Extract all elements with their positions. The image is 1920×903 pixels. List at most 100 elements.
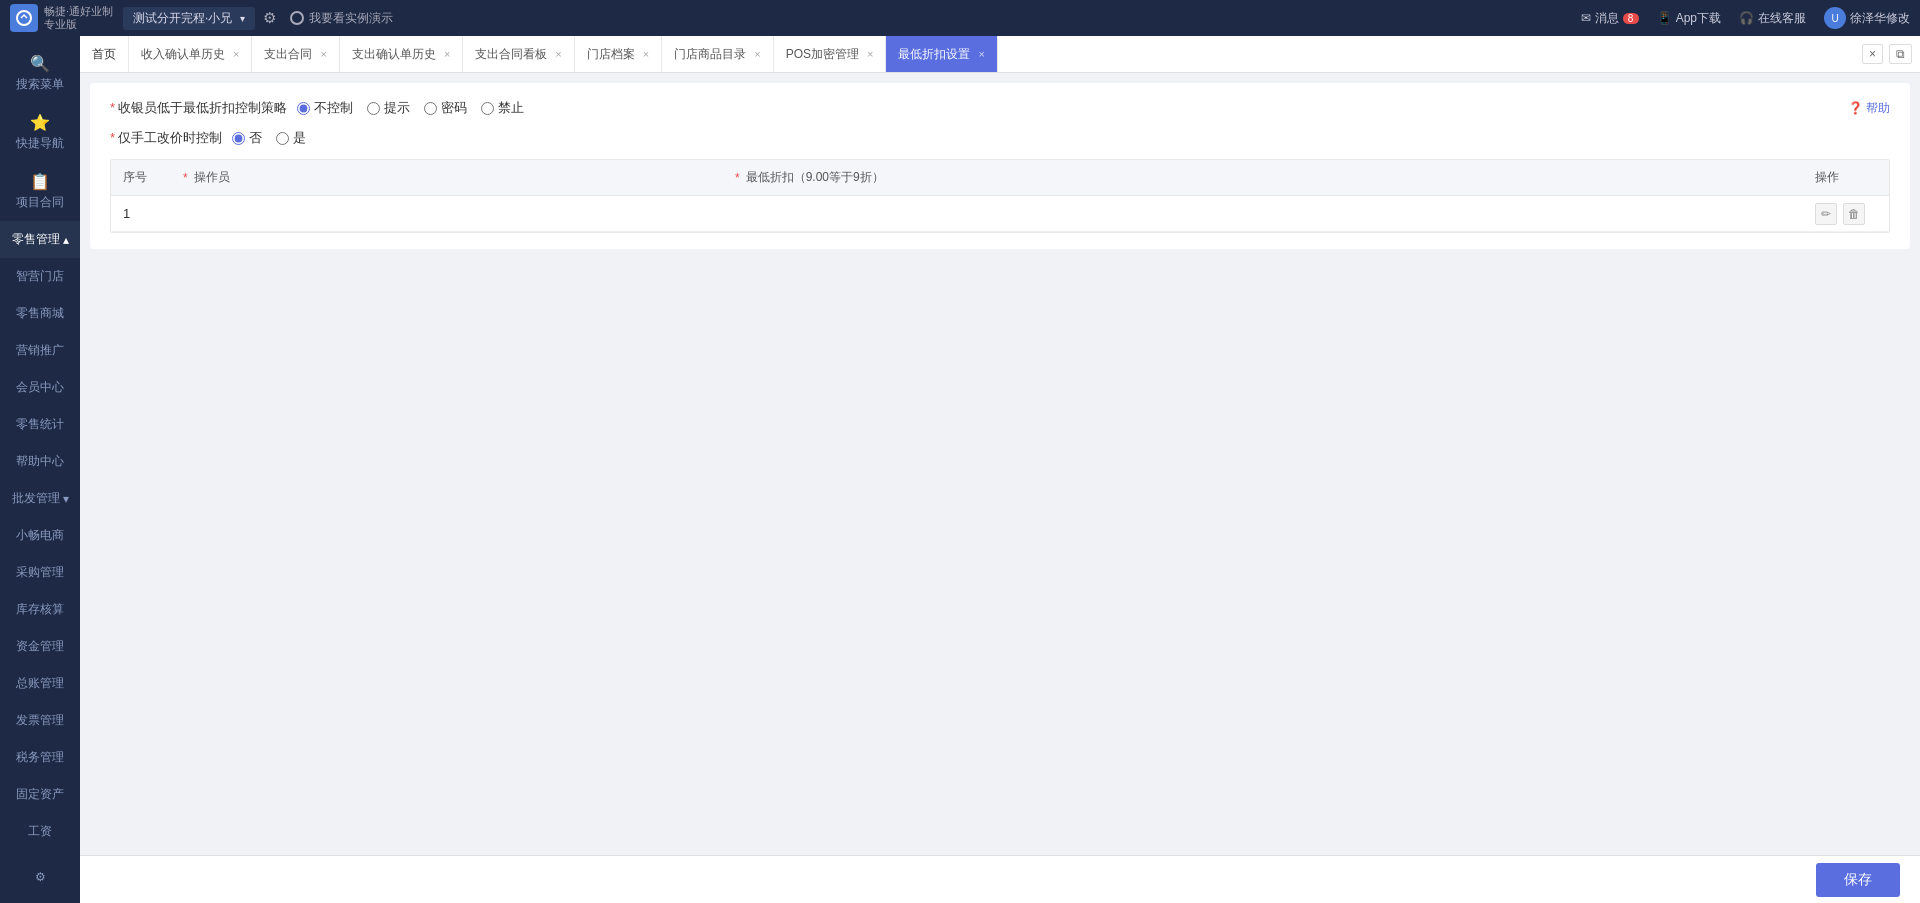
sidebar-item-inventory[interactable]: 库存核算: [0, 591, 80, 628]
online-service-button[interactable]: 🎧 在线客服: [1739, 10, 1806, 27]
tab-payment-contract[interactable]: 支出合同 ×: [252, 36, 339, 72]
sidebar-item-contract[interactable]: 📋 项目合同: [0, 162, 80, 221]
delete-icon[interactable]: 🗑: [1843, 203, 1865, 225]
tab-close-pos-passwd[interactable]: ×: [867, 48, 873, 60]
settings-icon[interactable]: ⚙: [263, 9, 276, 27]
option-remind[interactable]: 提示: [367, 99, 410, 117]
col-seq: 序号: [111, 169, 171, 186]
save-button[interactable]: 保存: [1816, 863, 1900, 897]
manual-option-no[interactable]: 否: [232, 129, 262, 147]
required-star-2: *: [110, 130, 115, 145]
avatar: U: [1824, 7, 1846, 29]
page-content: *收银员低于最低折扣控制策略 不控制 提示 密码: [80, 73, 1920, 855]
top-bar: 畅捷·通好业制 专业版 测试分开完程·小兄 ▾ ⚙ 我要看实例演示 ✉ 消息 8…: [0, 0, 1920, 36]
discount-table: 序号 * 操作员 * 最低折扣（9.00等于9折） 操作: [110, 159, 1890, 233]
sidebar-item-quick-nav[interactable]: ⭐ 快捷导航: [0, 103, 80, 162]
app-download-button[interactable]: 📱 App下载: [1657, 10, 1721, 27]
sidebar-item-marketing[interactable]: 营销推广: [0, 332, 80, 369]
sidebar-item-wholesale[interactable]: 批发管理 ▾: [0, 480, 80, 517]
col-operator: * 操作员: [171, 169, 723, 186]
user-profile[interactable]: U 徐泽华修改: [1824, 7, 1910, 29]
manual-option-yes[interactable]: 是: [276, 129, 306, 147]
edit-icon[interactable]: ✏: [1815, 203, 1837, 225]
sidebar-item-payroll[interactable]: 工资: [0, 813, 80, 850]
col-discount: * 最低折扣（9.00等于9折）: [723, 169, 1803, 186]
sidebar-item-retail-mgmt[interactable]: 零售管理 ▴: [0, 221, 80, 258]
manual-control-label: *仅手工改价时控制: [110, 129, 222, 147]
tab-payment-confirm[interactable]: 支出确认单历史 ×: [340, 36, 463, 72]
main-layout: 🔍 搜索菜单 ⭐ 快捷导航 📋 项目合同 零售管理 ▴ 智营门店 零售商城 营销…: [0, 36, 1920, 903]
tab-bar-wrapper: 首页 收入确认单历史 × 支出合同 × 支出确认单历史 × 支出合同看板 ×: [80, 36, 1920, 73]
table-row: 1 ✏ 🗑: [111, 196, 1889, 232]
tab-restore-button[interactable]: ⧉: [1889, 44, 1912, 64]
manual-control-options: 否 是: [232, 129, 306, 147]
help-icon: ❓: [1848, 101, 1863, 115]
chevron-up-icon: ▴: [63, 233, 69, 247]
tab-payment-board[interactable]: 支出合同看板 ×: [463, 36, 574, 72]
tab-close-min-discount[interactable]: ×: [978, 48, 984, 60]
table-header: 序号 * 操作员 * 最低折扣（9.00等于9折） 操作: [111, 160, 1889, 196]
bottom-bar: 保存: [80, 855, 1920, 903]
svg-point-0: [17, 11, 31, 25]
sidebar: 🔍 搜索菜单 ⭐ 快捷导航 📋 项目合同 零售管理 ▴ 智营门店 零售商城 营销…: [0, 36, 80, 903]
tab-close-store-catalog[interactable]: ×: [754, 48, 760, 60]
tab-close-payment-board[interactable]: ×: [555, 48, 561, 60]
option-password[interactable]: 密码: [424, 99, 467, 117]
message-icon: ✉: [1581, 11, 1591, 25]
logo-icon: [10, 4, 38, 32]
tab-store-archive[interactable]: 门店档案 ×: [575, 36, 662, 72]
tab-store-catalog[interactable]: 门店商品目录 ×: [662, 36, 773, 72]
chevron-down-icon: ▾: [240, 13, 245, 24]
sidebar-item-fixed-assets[interactable]: 固定资产: [0, 776, 80, 813]
tab-bar-actions: × ⧉: [1854, 44, 1920, 64]
sidebar-item-smart-shop[interactable]: 智营门店: [0, 258, 80, 295]
sidebar-bottom: ⚙: [31, 850, 50, 903]
sidebar-item-fund[interactable]: 资金管理: [0, 628, 80, 665]
project-selector[interactable]: 测试分开完程·小兄 ▾: [123, 7, 255, 30]
top-bar-right: ✉ 消息 8 📱 App下载 🎧 在线客服 U 徐泽华修改: [1581, 7, 1910, 29]
sidebar-item-search[interactable]: 🔍 搜索菜单: [0, 44, 80, 103]
message-button[interactable]: ✉ 消息 8: [1581, 10, 1639, 27]
tab-close-income-confirm[interactable]: ×: [233, 48, 239, 60]
chevron-down-icon: ▾: [63, 492, 69, 506]
help-button[interactable]: ❓ 帮助: [1848, 100, 1890, 117]
content-area: 首页 收入确认单历史 × 支出合同 × 支出确认单历史 × 支出合同看板 ×: [80, 36, 1920, 903]
logo-text: 畅捷·通好业制 专业版: [44, 5, 113, 31]
col-action: 操作: [1803, 169, 1883, 186]
message-badge: 8: [1623, 13, 1639, 24]
settings-card: *收银员低于最低折扣控制策略 不控制 提示 密码: [90, 83, 1910, 249]
sidebar-item-retail-stats[interactable]: 零售统计: [0, 406, 80, 443]
sidebar-item-ecommerce[interactable]: 小畅电商: [0, 517, 80, 554]
clipboard-icon: 📋: [30, 172, 50, 191]
control-strategy-label: *收银员低于最低折扣控制策略: [110, 99, 287, 117]
tab-close-all-button[interactable]: ×: [1862, 44, 1883, 64]
tab-min-discount[interactable]: 最低折扣设置 ×: [886, 36, 997, 72]
tab-bar: 首页 收入确认单历史 × 支出合同 × 支出确认单历史 × 支出合同看板 ×: [80, 36, 1920, 72]
logo: 畅捷·通好业制 专业版: [10, 4, 113, 32]
tab-close-store-archive[interactable]: ×: [643, 48, 649, 60]
tab-home[interactable]: 首页: [80, 36, 129, 72]
headset-icon: 🎧: [1739, 11, 1754, 25]
tab-income-confirm[interactable]: 收入确认单历史 ×: [129, 36, 252, 72]
option-forbid[interactable]: 禁止: [481, 99, 524, 117]
sidebar-item-retail-mall[interactable]: 零售商城: [0, 295, 80, 332]
sidebar-settings-button[interactable]: ⚙: [31, 860, 50, 894]
required-star: *: [110, 100, 115, 115]
star-icon: ⭐: [30, 113, 50, 132]
sidebar-item-invoice[interactable]: 发票管理: [0, 702, 80, 739]
sidebar-item-member[interactable]: 会员中心: [0, 369, 80, 406]
manual-control-row: *仅手工改价时控制 否 是: [110, 129, 1890, 147]
sidebar-item-purchase[interactable]: 采购管理: [0, 554, 80, 591]
tab-close-payment-contract[interactable]: ×: [320, 48, 326, 60]
demo-link[interactable]: 我要看实例演示: [290, 10, 393, 27]
sidebar-item-tax[interactable]: 税务管理: [0, 739, 80, 776]
tab-close-payment-confirm[interactable]: ×: [444, 48, 450, 60]
sidebar-item-ledger[interactable]: 总账管理: [0, 665, 80, 702]
sidebar-item-help[interactable]: 帮助中心: [0, 443, 80, 480]
cell-action-1: ✏ 🗑: [1803, 203, 1883, 225]
demo-circle-icon: [290, 11, 304, 25]
control-strategy-options: 不控制 提示 密码 禁止: [297, 99, 524, 117]
tab-pos-passwd[interactable]: POS加密管理 ×: [774, 36, 887, 72]
control-strategy-row: *收银员低于最低折扣控制策略 不控制 提示 密码: [110, 99, 1890, 117]
option-no-control[interactable]: 不控制: [297, 99, 353, 117]
